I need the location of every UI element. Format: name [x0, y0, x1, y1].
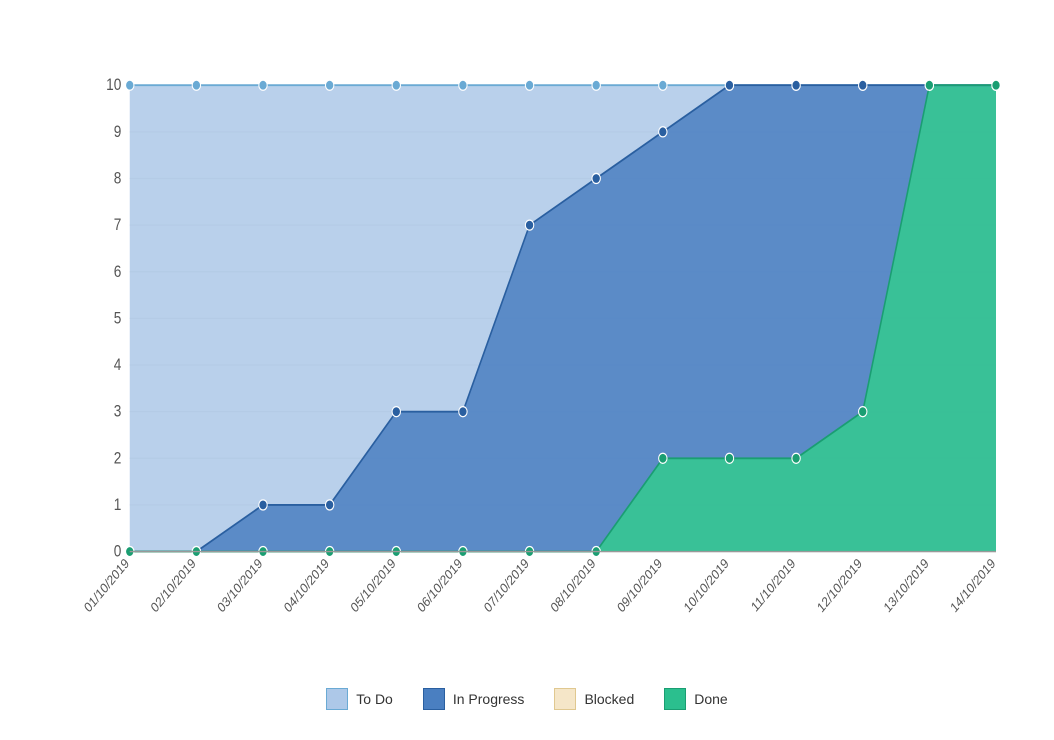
inprogress-dot — [459, 407, 467, 417]
chart-inner: 01234567891001/10/201902/10/201903/10/20… — [72, 60, 1017, 673]
inprogress-dot — [592, 173, 600, 183]
inprogress-dot — [792, 80, 800, 90]
legend-label-done: Done — [694, 691, 727, 707]
y-tick-label: 6 — [114, 263, 122, 281]
inprogress-dot — [659, 127, 667, 137]
legend: To Do In Progress Blocked Done — [326, 688, 727, 710]
x-tick-label: 09/10/2019 — [614, 555, 664, 616]
inprogress-dot — [325, 500, 333, 510]
done-dot — [725, 453, 733, 463]
x-tick-label: 05/10/2019 — [348, 555, 398, 616]
todo-dot — [525, 80, 533, 90]
legend-swatch-todo — [326, 688, 348, 710]
inprogress-dot — [725, 80, 733, 90]
x-tick-label: 14/10/2019 — [947, 555, 997, 616]
todo-dot — [392, 80, 400, 90]
done-dot — [659, 453, 667, 463]
legend-item-blocked: Blocked — [554, 688, 634, 710]
legend-item-todo: To Do — [326, 688, 393, 710]
x-tick-label: 03/10/2019 — [214, 555, 264, 616]
x-tick-label: 13/10/2019 — [881, 555, 931, 616]
x-tick-label: 12/10/2019 — [814, 555, 864, 616]
x-tick-label: 04/10/2019 — [281, 555, 331, 616]
y-tick-label: 5 — [114, 309, 122, 327]
legend-item-done: Done — [664, 688, 727, 710]
y-tick-label: 4 — [114, 356, 122, 374]
legend-swatch-done — [664, 688, 686, 710]
y-tick-label: 1 — [114, 496, 122, 514]
x-tick-label: 08/10/2019 — [548, 555, 598, 616]
done-dot — [792, 453, 800, 463]
x-tick-label: 11/10/2019 — [748, 555, 798, 615]
todo-dot — [459, 80, 467, 90]
y-tick-label: 8 — [114, 169, 122, 187]
x-tick-label: 07/10/2019 — [481, 555, 531, 616]
y-tick-label: 3 — [114, 403, 122, 421]
todo-dot — [259, 80, 267, 90]
legend-label-inprogress: In Progress — [453, 691, 525, 707]
legend-item-inprogress: In Progress — [423, 688, 525, 710]
todo-dot — [659, 80, 667, 90]
todo-dot — [325, 80, 333, 90]
chart-container: 01234567891001/10/201902/10/201903/10/20… — [27, 20, 1027, 720]
chart-area: 01234567891001/10/201902/10/201903/10/20… — [37, 60, 1017, 673]
x-tick-label: 02/10/2019 — [148, 555, 198, 616]
inprogress-dot — [392, 407, 400, 417]
todo-dot — [126, 80, 134, 90]
done-dot — [859, 407, 867, 417]
y-axis-label — [37, 60, 67, 673]
legend-swatch-inprogress — [423, 688, 445, 710]
todo-dot — [192, 80, 200, 90]
chart-svg: 01234567891001/10/201902/10/201903/10/20… — [72, 60, 1017, 665]
done-dot — [925, 80, 933, 90]
inprogress-dot — [859, 80, 867, 90]
legend-swatch-blocked — [554, 688, 576, 710]
legend-label-todo: To Do — [356, 691, 393, 707]
y-tick-label: 10 — [106, 76, 121, 94]
done-dot — [992, 80, 1000, 90]
y-tick-label: 2 — [114, 449, 122, 467]
y-tick-label: 7 — [114, 216, 122, 234]
x-tick-label: 06/10/2019 — [414, 555, 464, 616]
y-tick-label: 9 — [114, 123, 122, 141]
x-tick-label: 10/10/2019 — [681, 555, 731, 616]
todo-dot — [592, 80, 600, 90]
inprogress-dot — [259, 500, 267, 510]
svg-container: 01234567891001/10/201902/10/201903/10/20… — [72, 60, 1017, 665]
x-tick-label: 01/10/2019 — [81, 555, 131, 616]
inprogress-dot — [525, 220, 533, 230]
legend-label-blocked: Blocked — [584, 691, 634, 707]
